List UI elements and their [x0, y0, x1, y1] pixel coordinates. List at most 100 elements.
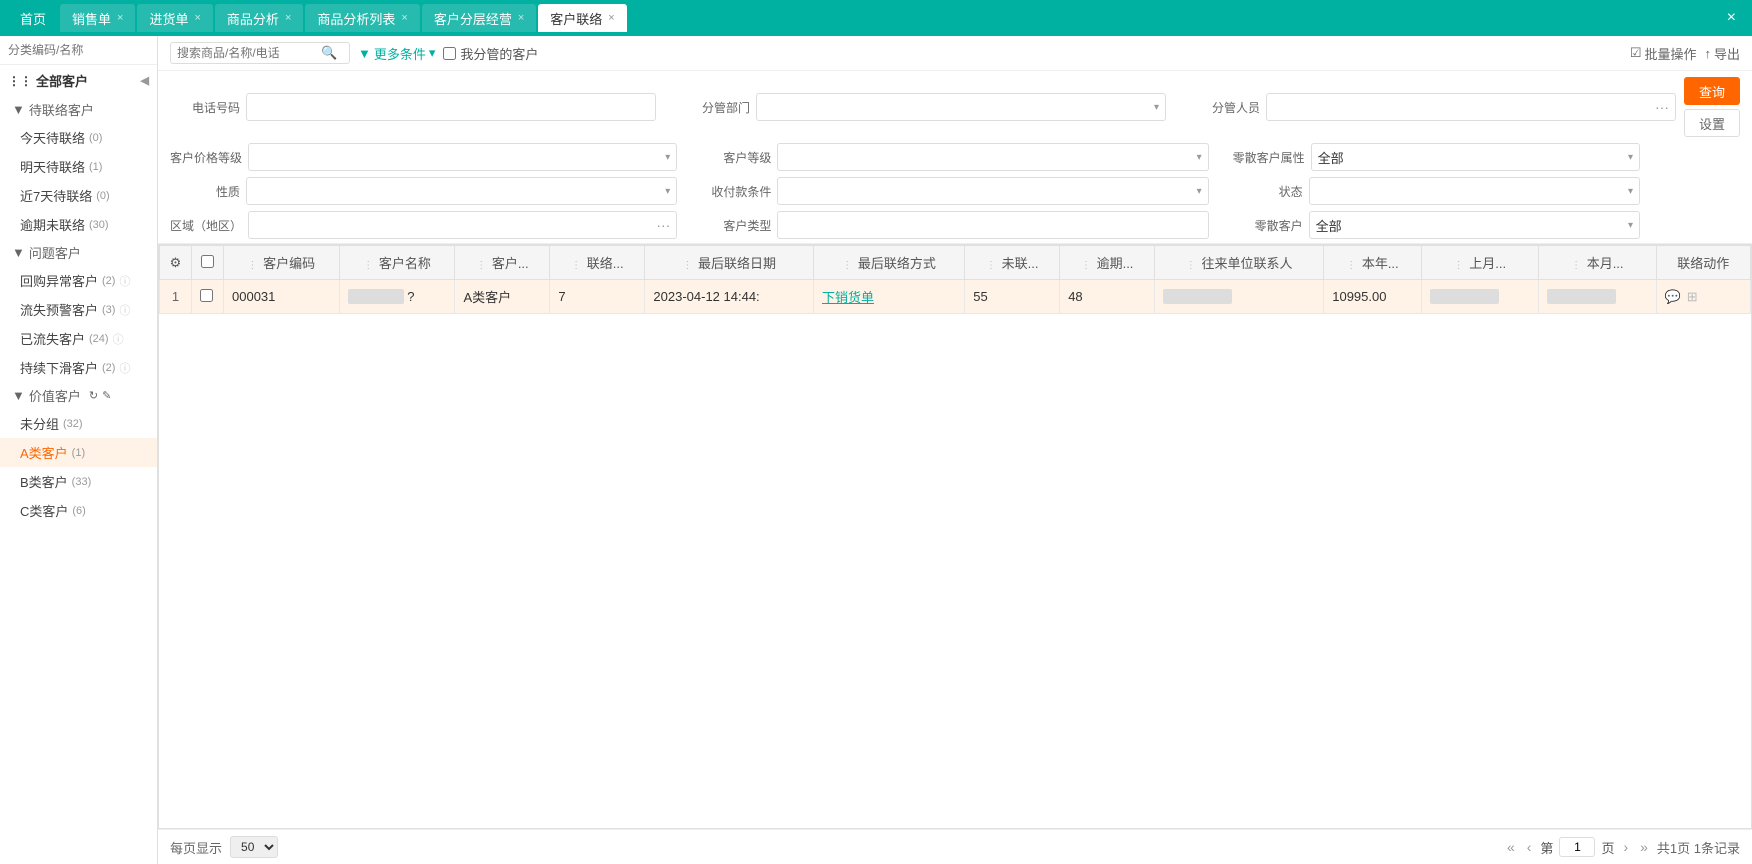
payment-select[interactable]: ▾ — [777, 177, 1208, 205]
sidebar-item-declining[interactable]: 持续下滑客户 (2) ⓘ — [0, 353, 157, 382]
nav-tab-home[interactable]: 首页 — [8, 4, 58, 32]
nav-tab-purchase[interactable]: 进货单 × — [137, 4, 212, 32]
nav-tab-sales[interactable]: 销售单 × — [60, 4, 135, 32]
col-last-method-label: 最后联络方式 — [858, 256, 936, 271]
col-type[interactable]: ⋮ 客户... — [455, 246, 550, 280]
sidebar-item-c-class[interactable]: C类客户 (6) — [0, 496, 157, 525]
first-page-button[interactable]: « — [1504, 839, 1518, 855]
toolbar-right: ☑ 批量操作 ↑ 导出 — [1630, 44, 1740, 63]
customer-level-select[interactable]: ▾ — [777, 143, 1208, 171]
close-customer-contact-tab[interactable]: × — [608, 12, 614, 24]
next-page-button[interactable]: › — [1620, 839, 1631, 855]
page-number-input[interactable] — [1559, 837, 1595, 857]
sidebar-item-unclassified[interactable]: 未分组 (32) — [0, 409, 157, 438]
col-last-month-label: 上月... — [1469, 256, 1506, 271]
sidebar-item-overdue[interactable]: 逾期未联络 (30) — [0, 210, 157, 239]
sidebar-group-problem[interactable]: ▼ 问题客户 — [0, 239, 157, 266]
col-checkbox[interactable] — [192, 246, 224, 280]
sidebar-item-today[interactable]: 今天待联络 (0) — [0, 123, 157, 152]
overdue-label: 逾期未联络 — [20, 215, 85, 234]
status-select[interactable]: ▾ — [1309, 177, 1640, 205]
sidebar-group-value[interactable]: ▼ 价值客户 ↻ ✎ — [0, 382, 157, 409]
col-last-date[interactable]: ⋮ 最后联络日期 — [645, 246, 814, 280]
sidebar-item-churned[interactable]: 已流失客户 (24) ⓘ — [0, 324, 157, 353]
col-this-year[interactable]: ⋮ 本年... — [1324, 246, 1421, 280]
col-overdue[interactable]: ⋮ 逾期... — [1060, 246, 1155, 280]
churned-count: (24) — [89, 333, 109, 345]
dept-select[interactable]: ▾ — [756, 93, 1166, 121]
sidebar-item-repurchase[interactable]: 回购异常客户 (2) ⓘ — [0, 266, 157, 295]
col-last-method[interactable]: ⋮ 最后联络方式 — [813, 246, 964, 280]
manager-select[interactable]: ··· — [1266, 93, 1676, 121]
select-all-checkbox[interactable] — [201, 255, 214, 268]
overdue-count: (30) — [89, 219, 109, 231]
settings-button[interactable]: 设置 — [1684, 109, 1740, 137]
export-label: 导出 — [1714, 44, 1740, 63]
page-size-select[interactable]: 50 — [230, 836, 278, 858]
nav-tab-customer-contact[interactable]: 客户联络 × — [538, 4, 626, 32]
page-label: 第 — [1540, 838, 1553, 857]
nav-tab-customer-segment[interactable]: 客户分层经营 × — [422, 4, 536, 32]
row-name: Ea ? — [339, 280, 455, 314]
retail-label: 零散客户 — [1233, 217, 1303, 234]
last-page-button[interactable]: » — [1637, 839, 1651, 855]
batch-operation-button[interactable]: ☑ 批量操作 — [1630, 44, 1697, 63]
col-settings[interactable]: ⚙ — [160, 246, 192, 280]
col-name[interactable]: ⋮ 客户名称 — [339, 246, 455, 280]
sidebar-item-7days[interactable]: 近7天待联络 (0) — [0, 181, 157, 210]
declining-label: 持续下滑客户 — [20, 358, 98, 377]
main-search-input[interactable] — [177, 46, 317, 60]
nature-select[interactable]: ▾ — [246, 177, 677, 205]
my-customers-label: 我分管的客户 — [460, 44, 538, 63]
all-customers-header[interactable]: ⋮⋮ 全部客户 ◀ — [0, 65, 157, 96]
col-sort-icon-7: ⋮ — [986, 260, 996, 271]
close-product-analysis-tab[interactable]: × — [285, 12, 291, 24]
nav-tab-product-list[interactable]: 商品分析列表 × — [305, 4, 419, 32]
close-purchase-tab[interactable]: × — [194, 12, 200, 24]
qr-icon[interactable]: ⊞ — [1687, 289, 1698, 305]
close-all-button[interactable]: × — [1719, 5, 1744, 31]
chat-icon[interactable]: 💬 — [1665, 289, 1681, 305]
row-overdue: 48 — [1060, 280, 1155, 314]
col-last-month[interactable]: ⋮ 上月... — [1421, 246, 1538, 280]
region-select[interactable]: ··· — [248, 211, 677, 239]
sidebar-search-input[interactable] — [8, 43, 158, 57]
col-contact2[interactable]: ⋮ 往来单位联系人 — [1155, 246, 1324, 280]
sidebar-item-tomorrow[interactable]: 明天待联络 (1) — [0, 152, 157, 181]
customer-type-select[interactable] — [777, 211, 1208, 239]
settings-icon[interactable]: ⚙ — [170, 255, 182, 270]
edit-icon[interactable]: ✎ — [102, 389, 111, 402]
more-conditions-button[interactable]: ▼ 更多条件 ▾ — [358, 44, 435, 63]
row-last-method: 下销货单 — [813, 280, 964, 314]
close-sales-tab[interactable]: × — [117, 12, 123, 24]
sidebar-item-b-class[interactable]: B类客户 (33) — [0, 467, 157, 496]
nav-tab-product-analysis[interactable]: 商品分析 × — [215, 4, 303, 32]
collapse-sidebar-button[interactable]: ◀ — [141, 74, 149, 87]
close-customer-segment-tab[interactable]: × — [518, 12, 524, 24]
prev-page-button[interactable]: ‹ — [1524, 839, 1535, 855]
col-this-month[interactable]: ⋮ 本月... — [1539, 246, 1656, 280]
row-num: 1 — [160, 280, 192, 314]
refresh-icon[interactable]: ↻ — [89, 389, 98, 402]
col-contact-label: 联络... — [587, 256, 624, 271]
main-search-icon[interactable]: 🔍 — [321, 45, 337, 61]
col-uncontact[interactable]: ⋮ 未联... — [965, 246, 1060, 280]
sidebar-group-pending[interactable]: ▼ 待联络客户 — [0, 96, 157, 123]
phone-input[interactable] — [246, 93, 656, 121]
sidebar-item-a-class[interactable]: A类客户 (1) — [0, 438, 157, 467]
col-code[interactable]: ⋮ 客户编码 — [224, 246, 340, 280]
row-checkbox[interactable] — [200, 289, 213, 302]
tab-label-product-list: 商品分析列表 — [317, 9, 395, 28]
close-product-list-tab[interactable]: × — [401, 12, 407, 24]
col-contact[interactable]: ⋮ 联络... — [550, 246, 645, 280]
retail-attr-select[interactable]: 全部 ▾ — [1311, 143, 1640, 171]
query-button[interactable]: 查询 — [1684, 77, 1740, 105]
export-button[interactable]: ↑ 导出 — [1704, 44, 1740, 63]
contact-value: 7 — [558, 289, 565, 304]
filter-icon: ▼ — [358, 46, 371, 61]
my-customers-checkbox[interactable] — [443, 47, 456, 60]
sidebar-item-churn-warning[interactable]: 流失预警客户 (3) ⓘ — [0, 295, 157, 324]
retail-select[interactable]: 全部 ▾ — [1309, 211, 1640, 239]
last-method-value[interactable]: 下销货单 — [822, 290, 874, 305]
price-level-select[interactable]: ▾ — [248, 143, 677, 171]
